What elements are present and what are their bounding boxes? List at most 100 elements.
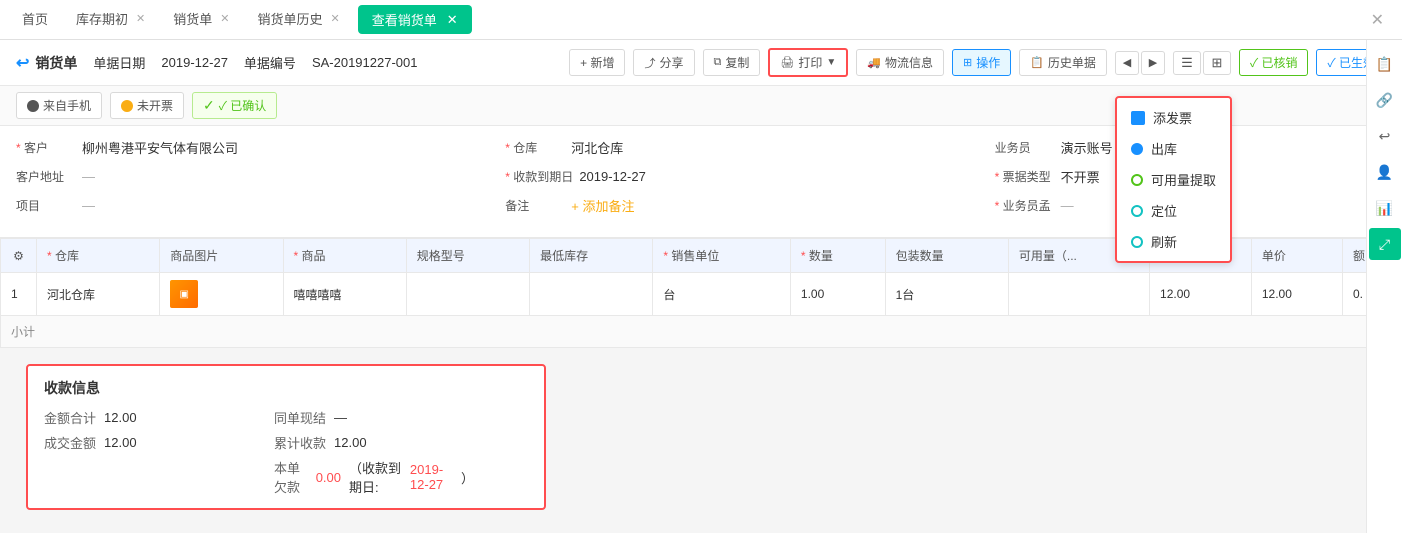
payment-deal-row: 成交金额 12.00: [44, 433, 244, 452]
tab-view-sales[interactable]: 查看销货单 ✕: [358, 5, 472, 34]
view-toggle: ☰ ⊞: [1173, 51, 1231, 75]
cell-pkg-qty: 1台: [885, 273, 1008, 316]
cell-no: 1: [1, 273, 37, 316]
payment-owed-value: 0.00: [316, 470, 341, 485]
doc-title: ↩ 销货单: [16, 53, 77, 73]
no-value: SA-20191227-001: [312, 55, 418, 70]
payment-owed-end: ）: [461, 468, 474, 487]
new-button[interactable]: + 新增: [569, 49, 625, 76]
date-label: 单据日期: [93, 53, 145, 72]
th-gear: ⚙: [1, 239, 37, 273]
menu-locate[interactable]: 定位: [1117, 195, 1230, 226]
copy-button[interactable]: ⧉ 复制: [703, 49, 761, 76]
confirmed-status[interactable]: ✓ ✓ 已确认: [192, 92, 277, 119]
cell-min-stock: [530, 273, 653, 316]
cell-avail: [1008, 273, 1149, 316]
address-label: 客户地址: [16, 168, 76, 185]
sidebar-icon-5[interactable]: 📊: [1369, 192, 1401, 224]
close-view-sales-tab[interactable]: ✕: [447, 12, 458, 28]
th-spec: 规格型号: [406, 239, 529, 273]
cell-image: ▣: [160, 273, 283, 316]
refresh-icon: [1131, 236, 1143, 248]
doc-icon: ↩: [16, 53, 29, 73]
cell-qty: 1.00: [790, 273, 885, 316]
tab-bar: 首页 库存期初 ✕ 销货单 ✕ 销货单历史 ✕ 查看销货单 ✕ ✕: [0, 0, 1402, 40]
payment-total-label: 金额合计: [44, 408, 96, 427]
th-unit: 销售单位: [653, 239, 791, 273]
th-image: 商品图片: [160, 239, 283, 273]
payment-same-order-row: 同单现结 —: [274, 408, 474, 427]
prev-arrow[interactable]: ◀: [1115, 51, 1139, 75]
sidebar-icon-1[interactable]: 📋: [1369, 48, 1401, 80]
dropdown-menu: 添发票 出库 可用量提取 定位 刷新: [1115, 96, 1232, 263]
from-mobile-button[interactable]: 来自手机: [16, 92, 102, 119]
history-icon: 📋: [1030, 56, 1044, 69]
due-date-value: 2019-12-27: [579, 169, 659, 184]
salesperson-label: 业务员孟: [995, 197, 1055, 214]
th-min-stock: 最低库存: [530, 239, 653, 273]
sidebar-icon-3[interactable]: ↩: [1369, 120, 1401, 152]
cell-current: 12.00: [1150, 273, 1252, 316]
staff-label: 业务员: [995, 139, 1055, 156]
cell-unit: 台: [653, 273, 791, 316]
tab-home[interactable]: 首页: [8, 0, 62, 40]
payment-total-row: 金额合计 12.00: [44, 408, 244, 427]
payment-owed-date: 2019-12-27: [410, 462, 453, 492]
available-qty-icon: [1131, 174, 1143, 186]
logistics-button[interactable]: 🚚 物流信息: [856, 49, 944, 76]
th-qty: 数量: [790, 239, 885, 273]
close-inventory-tab[interactable]: ✕: [136, 12, 145, 25]
next-arrow[interactable]: ▶: [1141, 51, 1165, 75]
ticket-label: 票据类型: [995, 168, 1055, 185]
payment-section: 收款信息 金额合计 12.00 同单现结 — 成交金额 12.00 累计收款 1…: [0, 348, 1402, 526]
product-thumb-icon: ▣: [180, 289, 189, 300]
close-window-button[interactable]: ✕: [1361, 10, 1394, 30]
menu-refresh[interactable]: 刷新: [1117, 226, 1230, 257]
not-open-button[interactable]: 未开票: [110, 92, 184, 119]
customer-label: 客户: [16, 139, 76, 156]
doc-title-text: 销货单: [35, 53, 77, 73]
subtotal-label: 小计: [1, 316, 1402, 348]
payment-same-order-value: —: [334, 410, 347, 425]
note-label: 备注: [505, 197, 565, 214]
no-label: 单据编号: [244, 53, 296, 72]
close-history-tab[interactable]: ✕: [331, 12, 340, 25]
project-field: 项目 —: [16, 197, 505, 214]
operate-icon: ⊞: [963, 56, 972, 69]
list-view-btn[interactable]: ☰: [1173, 51, 1201, 75]
tab-inventory[interactable]: 库存期初 ✕: [62, 0, 159, 40]
print-button[interactable]: 🖨 打印 ▼: [768, 48, 848, 77]
tab-sales-history[interactable]: 销货单历史 ✕: [243, 0, 353, 40]
payment-cumulative-label: 累计收款: [274, 433, 326, 452]
cell-product: 嘻嘻嘻嘻: [283, 273, 406, 316]
doc-header: ↩ 销货单 单据日期 2019-12-27 单据编号 SA-20191227-0…: [0, 40, 1402, 86]
payment-title: 收款信息: [44, 378, 528, 398]
warehouse-label: 仓库: [505, 139, 565, 156]
sidebar-icon-2[interactable]: 🔗: [1369, 84, 1401, 116]
print-icon: 🖨: [780, 56, 794, 69]
grid-view-btn[interactable]: ⊞: [1203, 51, 1231, 75]
payment-cumulative-value: 12.00: [334, 435, 367, 450]
operate-button[interactable]: ⊞ 操作: [952, 49, 1011, 76]
date-value: 2019-12-27: [161, 55, 228, 70]
doc-actions: + 新增 ⤴ 分享 ⧉ 复制 🖨 打印 ▼ 🚚 物流信息 ⊞ 操作: [569, 48, 1386, 77]
cell-spec: [406, 273, 529, 316]
tab-sales[interactable]: 销货单 ✕: [159, 0, 243, 40]
cell-warehouse: 河北仓库: [37, 273, 160, 316]
address-field: 客户地址 —: [16, 168, 505, 185]
subtotal-row: 小计: [1, 316, 1402, 348]
menu-outbound[interactable]: 出库: [1117, 133, 1230, 164]
phone-icon: [27, 100, 39, 112]
menu-add-invoice[interactable]: 添发票: [1117, 102, 1230, 133]
sidebar-icon-expand[interactable]: ⤢: [1369, 228, 1401, 260]
share-button[interactable]: ⤴ 分享: [633, 49, 694, 76]
note-add-btn[interactable]: + 添加备注: [571, 196, 634, 215]
due-date-label: 收款到期日: [505, 168, 573, 185]
sold-button[interactable]: ✓ 已核销: [1239, 49, 1309, 76]
project-label: 项目: [16, 197, 76, 214]
close-sales-tab[interactable]: ✕: [220, 12, 229, 25]
payment-box: 收款信息 金额合计 12.00 同单现结 — 成交金额 12.00 累计收款 1…: [26, 364, 546, 510]
menu-available-qty[interactable]: 可用量提取: [1117, 164, 1230, 195]
sidebar-icon-4[interactable]: 👤: [1369, 156, 1401, 188]
history-button[interactable]: 📋 历史单据: [1019, 49, 1107, 76]
